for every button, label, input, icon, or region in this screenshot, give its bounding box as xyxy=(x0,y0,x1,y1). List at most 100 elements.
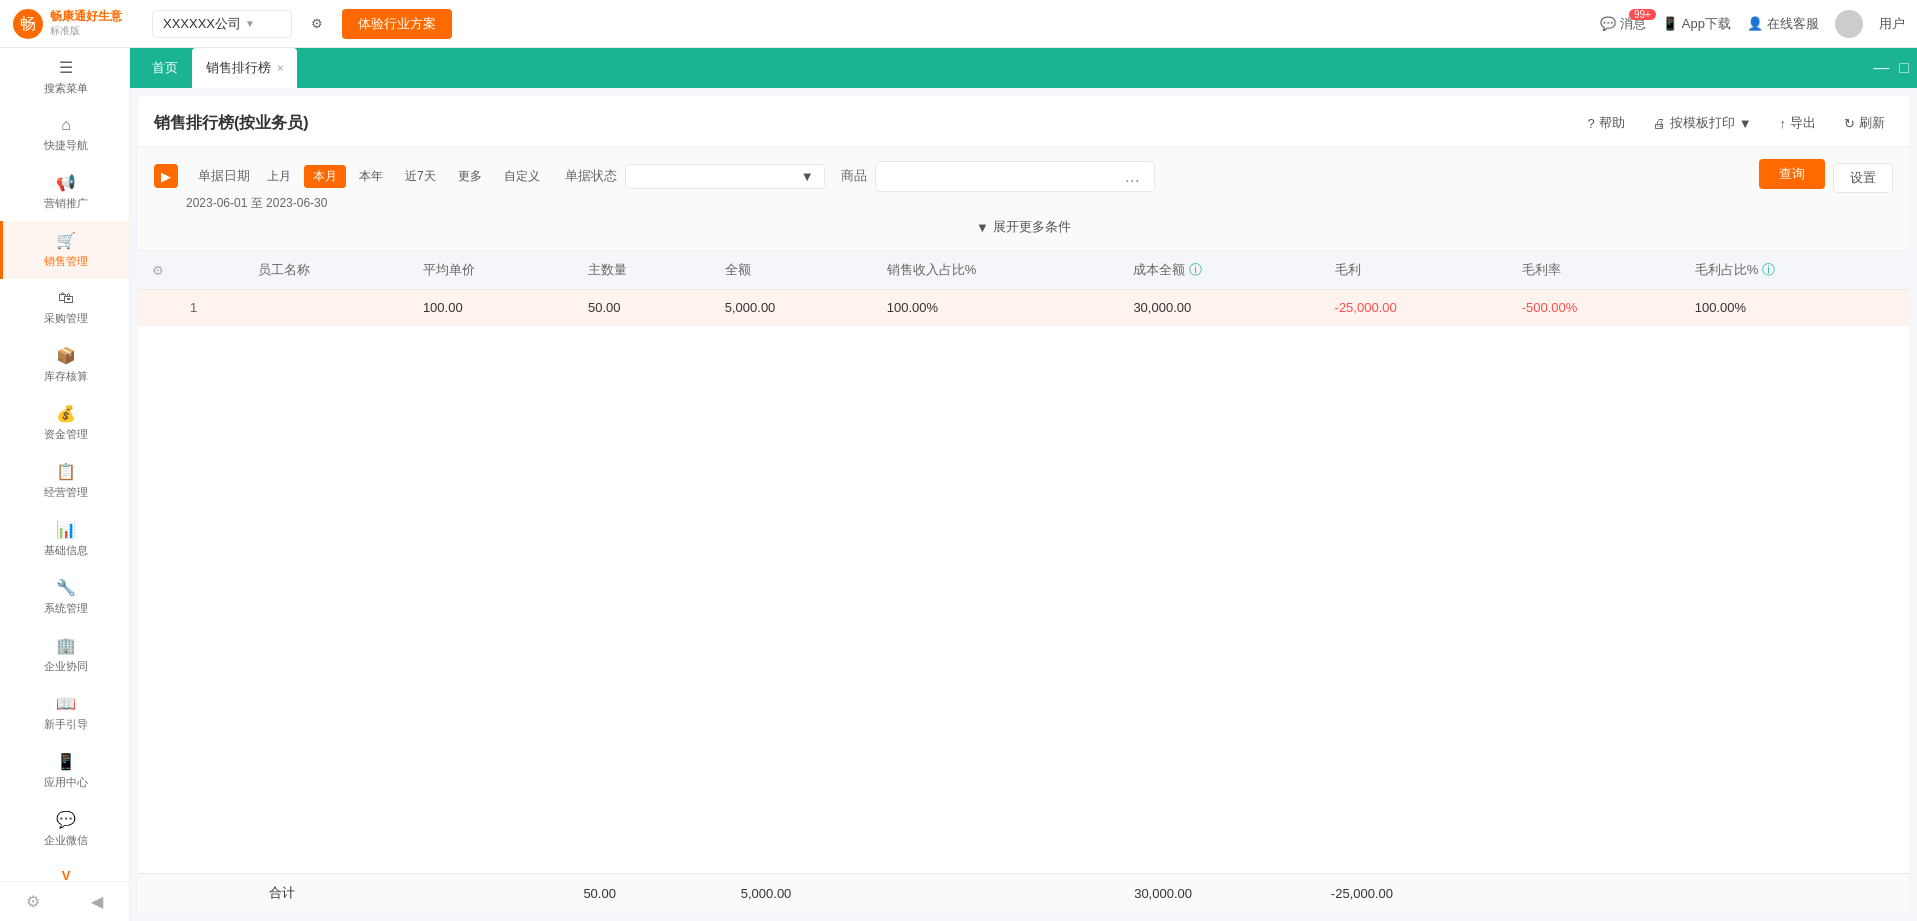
col-amount: 全额 xyxy=(713,251,875,290)
finance-icon: 💰 xyxy=(56,404,76,423)
goods-input[interactable]: ... xyxy=(875,161,1155,192)
sidebar-item-system[interactable]: 🔧 系统管理 xyxy=(0,568,129,626)
sidebar-item-operations[interactable]: 📋 经营管理 xyxy=(0,452,129,510)
app-version: 标准版 xyxy=(50,24,122,38)
sidebar-item-purchase[interactable]: 🛍 采购管理 xyxy=(0,279,129,336)
search-icon: ☰ xyxy=(59,58,73,77)
page-header: 销售排行榜(按业务员) ? 帮助 🖨 按模板打印 ▼ ↑ xyxy=(138,96,1909,147)
sidebar-item-guide[interactable]: 📖 新手引导 xyxy=(0,684,129,742)
refresh-button[interactable]: ↻ 刷新 xyxy=(1836,110,1893,136)
sidebar-item-marketing[interactable]: 📢 营销推广 xyxy=(0,163,129,221)
col-avg-price: 平均单价 xyxy=(411,251,576,290)
sidebar-item-wechat[interactable]: 💬 企业微信 xyxy=(0,800,129,858)
member-icon: V xyxy=(62,868,71,881)
footer-gross-pct xyxy=(1712,874,1909,913)
sidebar-item-inventory[interactable]: 📦 库存核算 xyxy=(0,336,129,394)
message-button[interactable]: 💬 消息 99+ xyxy=(1600,15,1646,33)
trial-button[interactable]: 体验行业方案 xyxy=(342,9,452,39)
wechat-icon: 💬 xyxy=(56,810,76,829)
print-button[interactable]: 🖨 按模板打印 ▼ xyxy=(1645,110,1760,136)
sidebar-label-app-center: 应用中心 xyxy=(44,775,88,790)
sidebar-item-quick-nav[interactable]: ⌂ 快捷导航 xyxy=(0,106,129,163)
date-tab-last7[interactable]: 近7天 xyxy=(396,165,445,188)
sidebar-label-base-info: 基础信息 xyxy=(44,543,88,558)
table-header-row: ⚙ 员工名称 平均单价 主数量 全额 销售收入占比% 成本全额 ⓘ 毛利 毛利率 xyxy=(138,251,1909,290)
sidebar-label-operations: 经营管理 xyxy=(44,485,88,500)
service-icon: 👤 xyxy=(1747,16,1763,31)
date-filter-label: 单据日期 xyxy=(198,167,250,185)
avatar[interactable] xyxy=(1835,10,1863,38)
page-content: 销售排行榜(按业务员) ? 帮助 🖨 按模板打印 ▼ ↑ xyxy=(138,96,1909,913)
company-name: XXXXXX公司 xyxy=(163,15,241,33)
row-name xyxy=(246,290,411,326)
footer-gear-col xyxy=(138,874,178,913)
row-rank: 1 xyxy=(178,290,246,326)
query-button[interactable]: 查询 xyxy=(1759,159,1825,189)
tab-home[interactable]: 首页 xyxy=(138,48,192,88)
col-rank xyxy=(178,251,246,290)
sidebar-label-inventory: 库存核算 xyxy=(44,369,88,384)
tab-sales-ranking[interactable]: 销售排行榜 × xyxy=(192,48,297,88)
message-badge: 99+ xyxy=(1629,9,1656,20)
svg-text:畅: 畅 xyxy=(20,15,36,32)
sidebar-label-system: 系统管理 xyxy=(44,601,88,616)
status-select[interactable]: ▼ xyxy=(625,164,825,189)
tab-active-label: 销售排行榜 xyxy=(206,59,271,77)
data-table: ⚙ 员工名称 平均单价 主数量 全额 销售收入占比% 成本全额 ⓘ 毛利 毛利率 xyxy=(138,251,1909,326)
filter-row-1: ▶ 单据日期 上月 本月 本年 近7天 更多 自定义 xyxy=(154,159,1893,193)
app-center-icon: 📱 xyxy=(56,752,76,771)
tab-close-icon[interactable]: × xyxy=(277,62,283,74)
expand-more-button[interactable]: ▼ 展开更多条件 xyxy=(154,212,1893,238)
date-tab-more[interactable]: 更多 xyxy=(449,165,491,188)
date-tab-custom[interactable]: 自定义 xyxy=(495,165,549,188)
guide-icon: 📖 xyxy=(56,694,76,713)
date-tab-this-month[interactable]: 本月 xyxy=(304,165,346,188)
footer-row: 合计 50.00 5,000.00 30,000.00 -25,000.00 xyxy=(138,874,1909,913)
online-service-button[interactable]: 👤 在线客服 xyxy=(1747,15,1819,33)
row-amount: 5,000.00 xyxy=(713,290,875,326)
sidebar-item-sales[interactable]: 🛒 销售管理 xyxy=(0,221,129,279)
footer-avg-price xyxy=(414,874,571,913)
sidebar-settings-icon[interactable]: ⚙ xyxy=(26,892,40,911)
cost-info-icon[interactable]: ⓘ xyxy=(1189,262,1202,277)
col-gear[interactable]: ⚙ xyxy=(138,251,178,290)
date-tab-this-year[interactable]: 本年 xyxy=(350,165,392,188)
filter-area: ▶ 单据日期 上月 本月 本年 近7天 更多 自定义 xyxy=(138,147,1909,251)
filter-expand-arrow[interactable]: ▶ xyxy=(154,164,178,188)
footer-sales-pct xyxy=(925,874,1122,913)
print-icon: 🖨 xyxy=(1653,116,1666,131)
set-button[interactable]: 设置 xyxy=(1833,163,1893,193)
sidebar-label-marketing: 营销推广 xyxy=(44,196,88,211)
app-download-button[interactable]: 📱 App下载 xyxy=(1662,15,1731,33)
app-name: 畅康通好生意 xyxy=(50,9,122,23)
sidebar-item-search[interactable]: ☰ 搜索菜单 xyxy=(0,48,129,106)
goods-dots-icon[interactable]: ... xyxy=(1121,166,1144,187)
tab-maximize-icon[interactable]: □ xyxy=(1899,59,1909,77)
online-service-label: 在线客服 xyxy=(1767,15,1819,33)
date-tab-last-month[interactable]: 上月 xyxy=(258,165,300,188)
settings-icon[interactable]: ⚙ xyxy=(302,9,332,39)
sidebar-item-app-center[interactable]: 📱 应用中心 xyxy=(0,742,129,800)
status-filter: 单据状态 ▼ xyxy=(565,164,825,189)
help-button[interactable]: ? 帮助 xyxy=(1579,110,1632,136)
tab-minimize-icon[interactable]: — xyxy=(1873,59,1889,77)
export-button[interactable]: ↑ 导出 xyxy=(1772,110,1825,136)
company-selector[interactable]: XXXXXX公司 ▼ xyxy=(152,10,292,38)
sidebar-item-finance[interactable]: 💰 资金管理 xyxy=(0,394,129,452)
gross-pct-info-icon[interactable]: ⓘ xyxy=(1762,262,1775,277)
status-filter-label: 单据状态 xyxy=(565,167,617,185)
sidebar-collapse-icon[interactable]: ◀ xyxy=(91,892,103,911)
sidebar-item-member[interactable]: V 畅会员 xyxy=(0,858,129,881)
col-cost: 成本全额 ⓘ xyxy=(1121,251,1322,290)
sidebar-label-guide: 新手引导 xyxy=(44,717,88,732)
sidebar-item-enterprise[interactable]: 🏢 企业协同 xyxy=(0,626,129,684)
footer-label: 合计 xyxy=(257,874,414,913)
enterprise-icon: 🏢 xyxy=(56,636,76,655)
sidebar-item-base-info[interactable]: 📊 基础信息 xyxy=(0,510,129,568)
sidebar-menu: ☰ 搜索菜单 ⌂ 快捷导航 📢 营销推广 🛒 销售管理 🛍 采购管理 xyxy=(0,48,129,881)
sidebar-label-sales: 销售管理 xyxy=(44,254,88,269)
inventory-icon: 📦 xyxy=(56,346,76,365)
username: 用户 xyxy=(1879,15,1905,33)
footer-amount: 5,000.00 xyxy=(729,874,926,913)
export-icon: ↑ xyxy=(1780,116,1787,131)
